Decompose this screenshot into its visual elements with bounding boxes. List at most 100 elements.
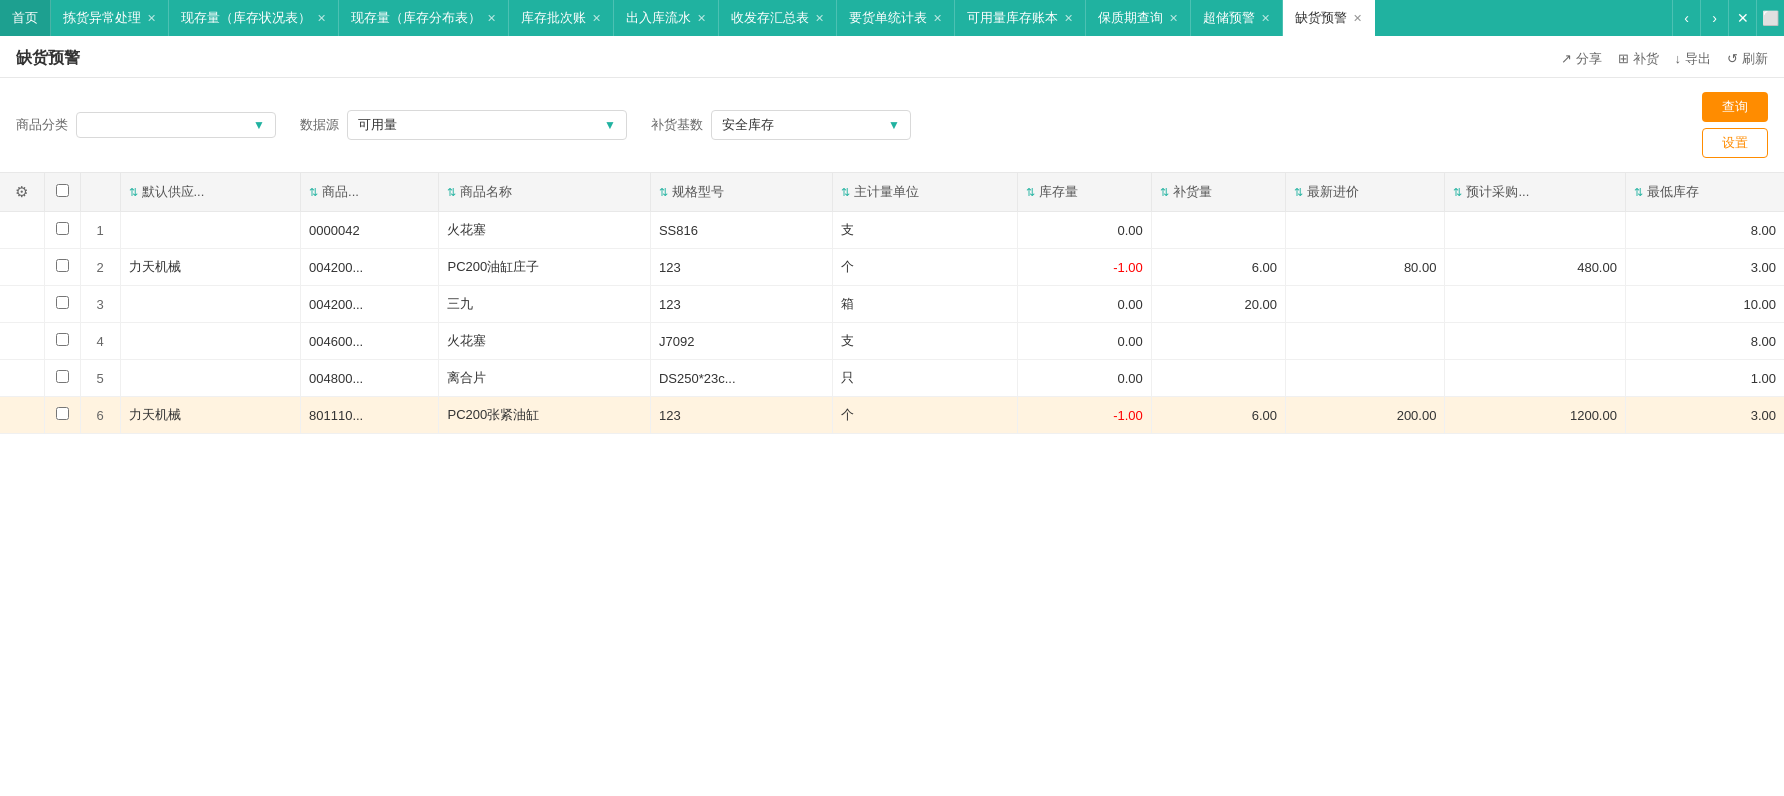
row-checkbox[interactable] — [56, 370, 69, 383]
tab-demand-stats[interactable]: 要货单统计表 ✕ — [837, 0, 955, 36]
tab-collect-summary-close[interactable]: ✕ — [815, 12, 824, 25]
row-supplier — [120, 323, 301, 360]
row-goods-name: PC200油缸庄子 — [439, 249, 650, 286]
row-goods-name: 火花塞 — [439, 323, 650, 360]
row-spec: J7092 — [650, 323, 832, 360]
row-goods-code: 004200... — [301, 249, 439, 286]
row-stock-qty: -1.00 — [1017, 249, 1151, 286]
tab-batch-account[interactable]: 库存批次账 ✕ — [509, 0, 614, 36]
row-supplier — [120, 360, 301, 397]
row-seq: 2 — [80, 249, 120, 286]
row-checkbox[interactable] — [56, 259, 69, 272]
tab-available-ledger-close[interactable]: ✕ — [1064, 12, 1073, 25]
row-gear-cell — [0, 212, 44, 249]
header-actions: ↗ 分享 ⊞ 补货 ↓ 导出 ↺ 刷新 — [1561, 50, 1769, 68]
row-stock-qty: 0.00 — [1017, 323, 1151, 360]
row-gear-cell — [0, 360, 44, 397]
row-est-purchase — [1445, 286, 1626, 323]
share-action[interactable]: ↗ 分享 — [1561, 50, 1602, 68]
tab-home[interactable]: 首页 — [0, 0, 51, 36]
row-replenish-qty — [1151, 323, 1285, 360]
col-stock-qty: ⇅ 库存量 — [1017, 173, 1151, 212]
row-est-purchase — [1445, 360, 1626, 397]
col-spec-label: 规格型号 — [672, 183, 724, 201]
row-spec: 123 — [650, 249, 832, 286]
tab-bar: 首页 拣货异常处理 ✕ 现存量（库存状况表） ✕ 现存量（库存分布表） ✕ 库存… — [0, 0, 1784, 36]
tab-expiry-query-close[interactable]: ✕ — [1169, 12, 1178, 25]
replenish-action[interactable]: ⊞ 补货 — [1618, 50, 1659, 68]
tab-inventory-status-close[interactable]: ✕ — [317, 12, 326, 25]
row-replenish-qty: 6.00 — [1151, 397, 1285, 434]
sort-name-icon: ⇅ — [447, 186, 456, 199]
row-unit: 只 — [832, 360, 1017, 397]
row-checkbox[interactable] — [56, 222, 69, 235]
tab-expiry-query-label: 保质期查询 — [1098, 9, 1163, 27]
settings-gear-icon[interactable]: ⚙ — [15, 183, 28, 200]
tab-prev-button[interactable]: ‹ — [1672, 0, 1700, 36]
table-header-row: ⚙ ⇅ 默认供应... ⇅ 商 — [0, 173, 1784, 212]
tab-maximize-button[interactable]: ⬜ — [1756, 0, 1784, 36]
tab-inventory-dist-close[interactable]: ✕ — [487, 12, 496, 25]
col-goods-code: ⇅ 商品... — [301, 173, 439, 212]
row-latest-price: 80.00 — [1285, 249, 1444, 286]
tab-inventory-status[interactable]: 现存量（库存状况表） ✕ — [169, 0, 339, 36]
tab-exception-close[interactable]: ✕ — [147, 12, 156, 25]
tab-overstock[interactable]: 超储预警 ✕ — [1191, 0, 1283, 36]
tab-collect-summary[interactable]: 收发存汇总表 ✕ — [719, 0, 837, 36]
refresh-action[interactable]: ↺ 刷新 — [1727, 50, 1768, 68]
tab-controls: ‹ › ✕ ⬜ — [1672, 0, 1784, 36]
query-button[interactable]: 查询 — [1702, 92, 1768, 122]
tab-overstock-label: 超储预警 — [1203, 9, 1255, 27]
row-seq: 5 — [80, 360, 120, 397]
tab-inout-flow-close[interactable]: ✕ — [697, 12, 706, 25]
tab-available-ledger[interactable]: 可用量库存账本 ✕ — [955, 0, 1086, 36]
row-goods-name: 离合片 — [439, 360, 650, 397]
row-checkbox[interactable] — [56, 407, 69, 420]
row-unit: 个 — [832, 397, 1017, 434]
col-spec: ⇅ 规格型号 — [650, 173, 832, 212]
col-latest-price: ⇅ 最新进价 — [1285, 173, 1444, 212]
row-gear-cell — [0, 286, 44, 323]
col-seq — [80, 173, 120, 212]
sort-price-icon: ⇅ — [1294, 186, 1303, 199]
replenish-base-select[interactable]: 安全库存 ▼ — [711, 110, 911, 140]
category-select[interactable]: ▼ — [76, 112, 276, 138]
row-gear-cell — [0, 323, 44, 360]
tab-expiry-query[interactable]: 保质期查询 ✕ — [1086, 0, 1191, 36]
export-action[interactable]: ↓ 导出 — [1675, 50, 1712, 68]
tab-shortage-close[interactable]: ✕ — [1353, 12, 1362, 25]
col-est-label: 预计采购... — [1466, 183, 1529, 201]
row-stock-qty: 0.00 — [1017, 286, 1151, 323]
row-unit: 支 — [832, 212, 1017, 249]
select-all-checkbox[interactable] — [56, 184, 69, 197]
col-code-label: 商品... — [322, 183, 359, 201]
tab-inout-flow[interactable]: 出入库流水 ✕ — [614, 0, 719, 36]
col-gear: ⚙ — [0, 173, 44, 212]
sort-supplier-icon: ⇅ — [129, 186, 138, 199]
row-min-stock: 1.00 — [1625, 360, 1784, 397]
tab-close-window-button[interactable]: ✕ — [1728, 0, 1756, 36]
tab-overstock-close[interactable]: ✕ — [1261, 12, 1270, 25]
tab-batch-account-close[interactable]: ✕ — [592, 12, 601, 25]
col-goods-name: ⇅ 商品名称 — [439, 173, 650, 212]
row-min-stock: 3.00 — [1625, 249, 1784, 286]
row-est-purchase: 1200.00 — [1445, 397, 1626, 434]
sort-stock-icon: ⇅ — [1026, 186, 1035, 199]
tab-shortage[interactable]: 缺货预警 ✕ — [1283, 0, 1375, 36]
row-checkbox[interactable] — [56, 333, 69, 346]
replenish-chevron-icon: ▼ — [888, 118, 900, 132]
tab-shortage-label: 缺货预警 — [1295, 9, 1347, 27]
tab-next-button[interactable]: › — [1700, 0, 1728, 36]
row-replenish-qty: 6.00 — [1151, 249, 1285, 286]
row-checkbox[interactable] — [56, 296, 69, 309]
refresh-label: 刷新 — [1742, 50, 1768, 68]
col-supplier-label: 默认供应... — [142, 183, 205, 201]
settings-button[interactable]: 设置 — [1702, 128, 1768, 158]
table-row: 4 004600... 火花塞 J7092 支 0.00 8.00 — [0, 323, 1784, 360]
tab-exception[interactable]: 拣货异常处理 ✕ — [51, 0, 169, 36]
page-header: 缺货预警 ↗ 分享 ⊞ 补货 ↓ 导出 ↺ 刷新 — [0, 36, 1784, 78]
tab-inventory-dist[interactable]: 现存量（库存分布表） ✕ — [339, 0, 509, 36]
row-replenish-qty: 20.00 — [1151, 286, 1285, 323]
tab-demand-stats-close[interactable]: ✕ — [933, 12, 942, 25]
datasource-select[interactable]: 可用量 ▼ — [347, 110, 627, 140]
